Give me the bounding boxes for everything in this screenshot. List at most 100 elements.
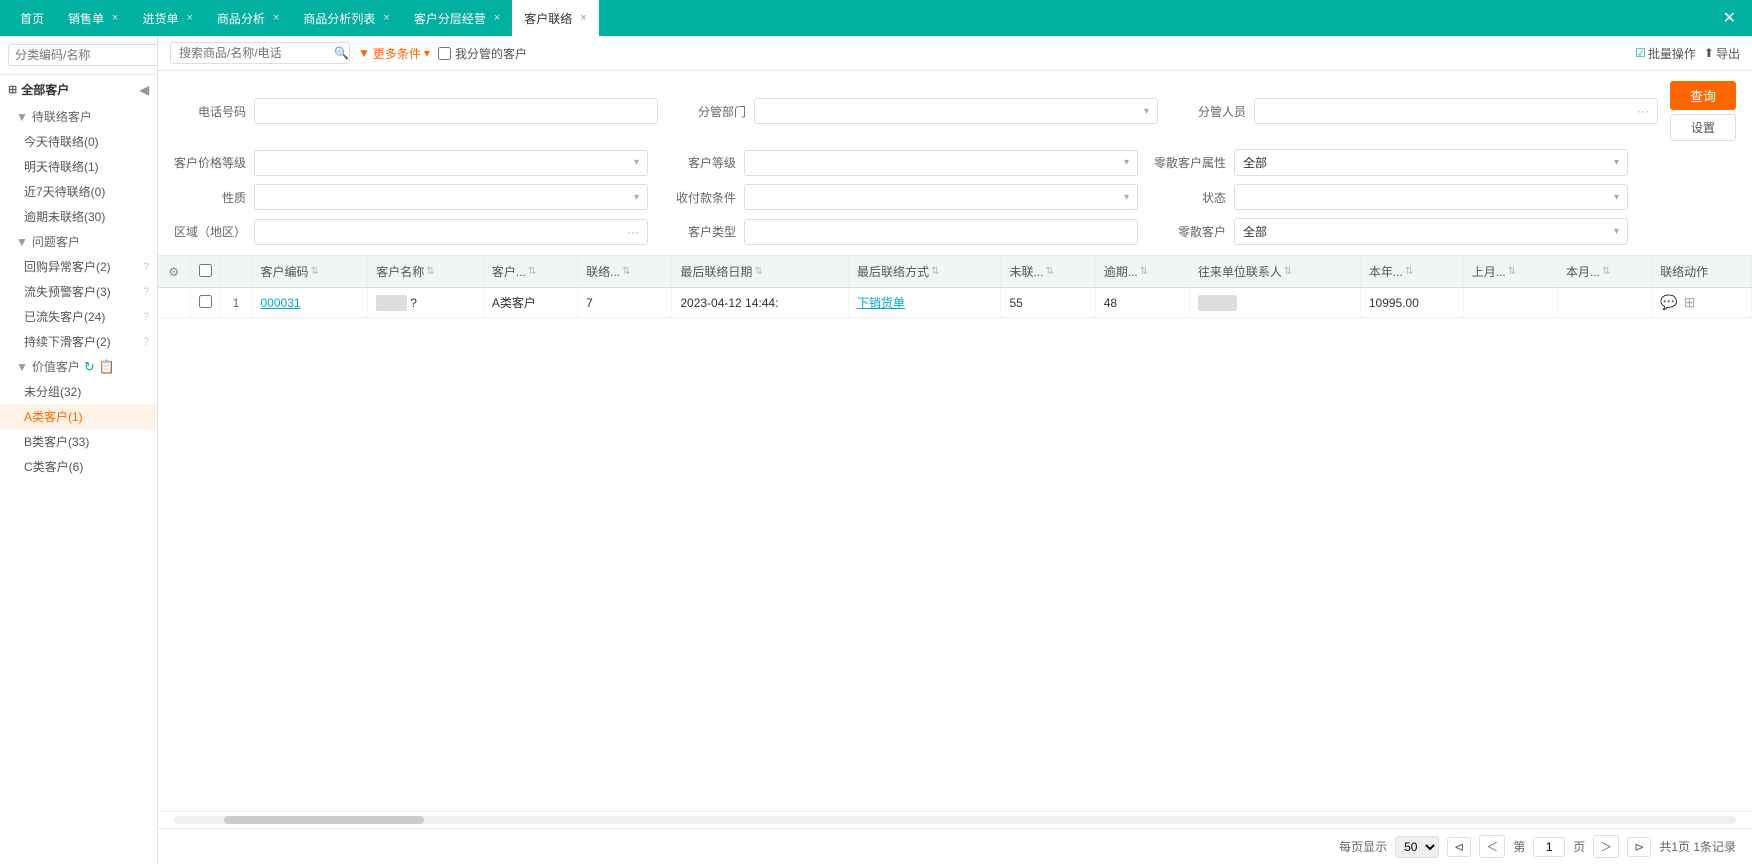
- filter-status: 状态 ▾: [1154, 184, 1628, 210]
- my-customers-checkbox[interactable]: [438, 47, 451, 60]
- first-page-button[interactable]: ⊲: [1447, 837, 1471, 857]
- sidebar-item-c-class[interactable]: C类客户(6): [0, 454, 157, 479]
- sidebar-item-overdue-pending[interactable]: 逾期未联络(30): [0, 204, 157, 229]
- sparse-customer-select[interactable]: 全部 ▾: [1234, 218, 1628, 245]
- nav-close-sales[interactable]: ×: [112, 12, 118, 24]
- window-close-button[interactable]: ✕: [1715, 8, 1744, 28]
- nav-customer-segment[interactable]: 客户分层经营 ×: [402, 0, 512, 36]
- main-search-input[interactable]: [179, 46, 334, 60]
- th-no-contact[interactable]: 未联... ⇅: [1001, 256, 1095, 288]
- customer-level-arrow: ▾: [1124, 157, 1129, 168]
- sidebar-item-tomorrow-pending[interactable]: 明天待联络(1): [0, 154, 157, 179]
- sidebar-item-a-class[interactable]: A类客户(1): [0, 404, 157, 429]
- row-code-cell[interactable]: 000031: [252, 288, 368, 318]
- th-last-contact-date[interactable]: 最后联络日期 ⇅: [672, 256, 849, 288]
- sidebar-search-area: 🔍: [0, 36, 157, 75]
- batch-op-button[interactable]: ☑ 批量操作: [1635, 45, 1696, 62]
- sidebar-problem-section[interactable]: ▼ 问题客户: [0, 229, 157, 254]
- chat-action-icon[interactable]: 💬: [1660, 294, 1677, 311]
- sort-contact-icon: ⇅: [622, 266, 630, 277]
- sparse-customer-arrow: ▾: [1614, 226, 1619, 237]
- sidebar-item-ungrouped[interactable]: 未分组(32): [0, 379, 157, 404]
- contact-method-link[interactable]: 下销货单: [857, 296, 905, 310]
- grid-action-icon[interactable]: ⊞: [1684, 294, 1696, 311]
- region-select[interactable]: ···: [254, 219, 648, 245]
- th-overdue[interactable]: 逾期... ⇅: [1095, 256, 1189, 288]
- th-check[interactable]: [190, 256, 220, 288]
- person-more-button[interactable]: ···: [1637, 104, 1649, 118]
- last-page-button[interactable]: ⊳: [1627, 837, 1651, 857]
- th-contact[interactable]: 联络... ⇅: [578, 256, 672, 288]
- main-search-box[interactable]: 🔍: [170, 42, 350, 64]
- th-customer-name[interactable]: 客户名称 ⇅: [368, 256, 484, 288]
- next-page-button[interactable]: ＞: [1593, 835, 1619, 858]
- th-unit-contact[interactable]: 往来单位联系人 ⇅: [1189, 256, 1360, 288]
- export-button[interactable]: ⬆ 导出: [1704, 45, 1740, 62]
- customer-level-select[interactable]: ▾: [744, 150, 1138, 176]
- select-all-checkbox[interactable]: [199, 264, 212, 277]
- sidebar-collapse-button[interactable]: ◀: [140, 83, 149, 97]
- prev-page-button[interactable]: ＜: [1479, 835, 1505, 858]
- query-settings-buttons: 查询 设置: [1670, 81, 1736, 141]
- page-number-input[interactable]: [1533, 837, 1565, 857]
- sidebar-item-churn-warning[interactable]: 流失预警客户(3) ?: [0, 279, 157, 304]
- nav-close-segment[interactable]: ×: [494, 12, 500, 24]
- region-more-button[interactable]: ···: [627, 225, 639, 239]
- sparse-attr-select[interactable]: 全部 ▾: [1234, 149, 1628, 176]
- main-search-icon[interactable]: 🔍: [334, 46, 349, 60]
- my-customers-checkbox-area[interactable]: 我分管的客户: [438, 45, 527, 62]
- scrollbar-thumb[interactable]: [224, 816, 424, 824]
- customer-code-link[interactable]: 000031: [261, 296, 301, 310]
- nature-select[interactable]: ▾: [254, 184, 648, 210]
- sidebar-search-input[interactable]: [8, 44, 158, 66]
- sidebar-item-abnormal-repurchase[interactable]: 回购异常客户(2) ?: [0, 254, 157, 279]
- th-customer-code[interactable]: 客户编码 ⇅: [252, 256, 368, 288]
- page-size-select[interactable]: 50: [1395, 836, 1439, 858]
- row-last-method-cell[interactable]: 下销货单: [848, 288, 1001, 318]
- nav-close-product-list[interactable]: ×: [383, 12, 389, 24]
- nav-product-analysis-list[interactable]: 商品分析列表 ×: [291, 0, 401, 36]
- price-level-select[interactable]: ▾: [254, 150, 648, 176]
- sidebar-item-today-pending[interactable]: 今天待联络(0): [0, 129, 157, 154]
- nav-sales-order[interactable]: 销售单 ×: [56, 0, 130, 36]
- sidebar-value-section[interactable]: ▼ 价值客户 ↻ 📋: [0, 354, 157, 379]
- sidebar-item-declining[interactable]: 持续下滑客户(2) ?: [0, 329, 157, 354]
- nav-close-contact[interactable]: ×: [580, 12, 586, 24]
- nav-product-analysis[interactable]: 商品分析 ×: [205, 0, 291, 36]
- scrollbar-area[interactable]: [158, 811, 1752, 828]
- nav-customer-contact[interactable]: 客户联络 ×: [512, 0, 598, 36]
- customer-type-input[interactable]: [744, 219, 1138, 245]
- th-last-month[interactable]: 上月... ⇅: [1463, 256, 1557, 288]
- price-level-arrow: ▾: [634, 157, 639, 168]
- dept-dropdown-arrow: ▾: [1144, 106, 1149, 117]
- row-check-cell[interactable]: [190, 288, 220, 318]
- value-refresh-icon[interactable]: ↻: [84, 359, 95, 375]
- sidebar-pending-section[interactable]: ▼ 待联络客户: [0, 104, 157, 129]
- nav-purchase-order[interactable]: 进货单 ×: [130, 0, 204, 36]
- nav-close-purchase[interactable]: ×: [186, 12, 192, 24]
- dept-select[interactable]: ▾: [754, 98, 1158, 124]
- status-select[interactable]: ▾: [1234, 184, 1628, 210]
- th-gear[interactable]: ⚙: [158, 256, 190, 288]
- th-this-year[interactable]: 本年... ⇅: [1360, 256, 1463, 288]
- th-last-contact-method[interactable]: 最后联络方式 ⇅: [848, 256, 1001, 288]
- value-settings-icon[interactable]: 📋: [99, 359, 115, 375]
- sidebar-item-7days-pending[interactable]: 近7天待联络(0): [0, 179, 157, 204]
- problem-arrow-icon: ▼: [16, 235, 28, 249]
- payment-terms-select[interactable]: ▾: [744, 184, 1138, 210]
- query-button[interactable]: 查询: [1670, 81, 1736, 110]
- sidebar-item-b-class[interactable]: B类客户(33): [0, 429, 157, 454]
- th-this-month[interactable]: 本月... ⇅: [1557, 256, 1651, 288]
- row-checkbox[interactable]: [199, 295, 212, 308]
- settings-button[interactable]: 设置: [1670, 114, 1736, 141]
- table-gear-icon[interactable]: ⚙: [168, 265, 179, 279]
- nav-close-product-analysis[interactable]: ×: [273, 12, 279, 24]
- phone-input[interactable]: [254, 98, 658, 124]
- sidebar-item-churned[interactable]: 已流失客户(24) ?: [0, 304, 157, 329]
- more-filter-button[interactable]: ▼ 更多条件 ▾: [358, 45, 430, 62]
- th-customer-type[interactable]: 客户... ⇅: [483, 256, 577, 288]
- sidebar-all-customers[interactable]: ⊞ 全部客户 ◀: [0, 75, 157, 104]
- person-select[interactable]: ···: [1254, 98, 1658, 124]
- nav-home[interactable]: 首页: [8, 0, 56, 36]
- row-unit-contact-cell: RE .: [1189, 288, 1360, 318]
